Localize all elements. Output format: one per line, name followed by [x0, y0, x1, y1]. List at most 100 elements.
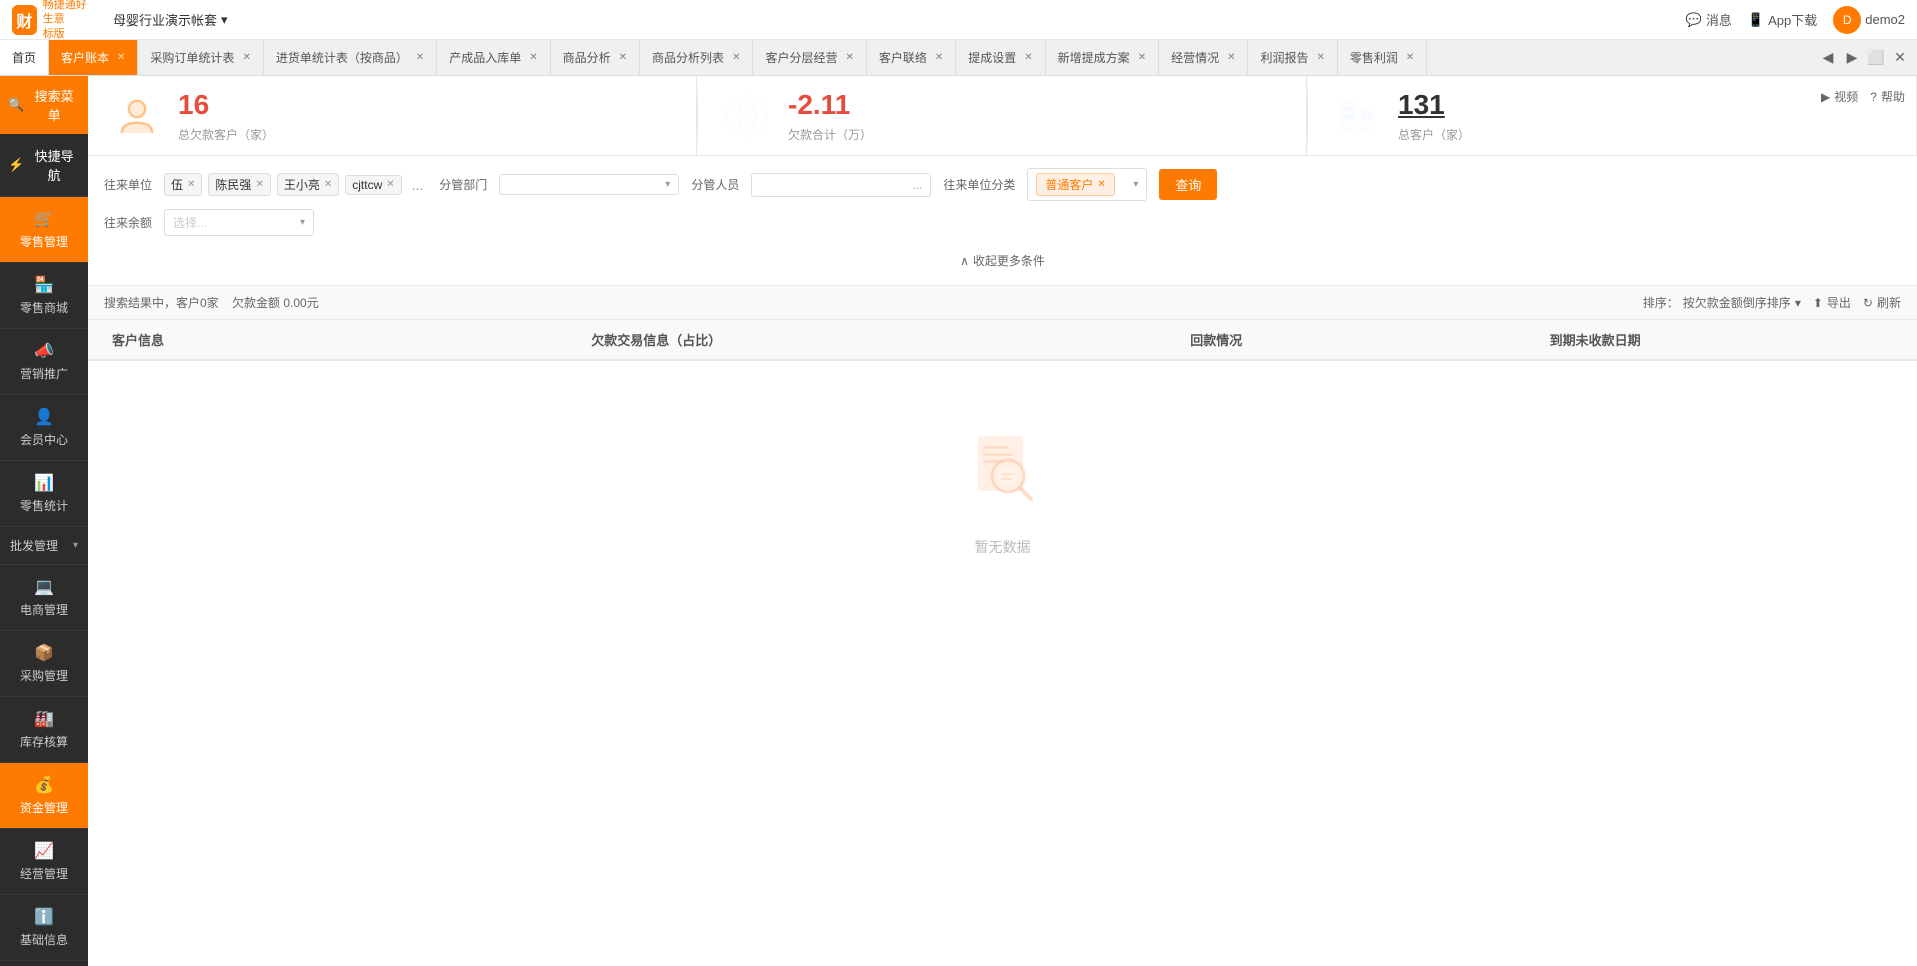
total-customers-label: 总客户（家）: [1398, 126, 1470, 143]
stat-icon-debit: [722, 91, 772, 141]
tab-new-improve-plan[interactable]: 新增提成方案 ✕: [1046, 40, 1159, 76]
unit-type-chevron-icon: ▾: [1133, 179, 1138, 190]
stat-numbers-customers: 16 总欠款客户（家）: [178, 88, 274, 143]
tab-purchase-stats-by-product[interactable]: 进货单统计表（按商品） ✕: [264, 40, 437, 76]
collapse-button[interactable]: ∧ 收起更多条件: [952, 248, 1053, 273]
filter-bar: 往来单位 伍 ✕ 陈民强 ✕ 王小亮 ✕ cjttcw: [88, 156, 1917, 286]
improve-settings-tab-label: 提成设置: [968, 49, 1016, 66]
tab-retail-profit[interactable]: 零售利润 ✕: [1338, 40, 1427, 76]
filter-dept-select[interactable]: ▾: [499, 174, 679, 195]
top-bar: 财 畅捷通好生意 标版 母婴行业演示帐套 ▾ 💬 消息 📱 App下载 D de…: [0, 0, 1917, 40]
retail-mall-icon: 🏪: [34, 275, 54, 295]
filter-collapse-row: ∧ 收起更多条件: [104, 244, 1901, 277]
sidebar-item-basic-info[interactable]: ℹ️ 基础信息: [0, 895, 88, 961]
tab-scroll-right-button[interactable]: ▶: [1841, 47, 1863, 69]
sidebar-item-marketing[interactable]: 📣 营销推广: [0, 329, 88, 395]
logo-text: 畅捷通好生意 标版: [43, 0, 97, 41]
sidebar-quick-nav[interactable]: ⚡ 快捷导航: [0, 134, 88, 197]
customer-tier-tab-label: 客户分层经营: [765, 49, 837, 66]
tab-improve-settings[interactable]: 提成设置 ✕: [956, 40, 1045, 76]
message-button[interactable]: 💬 消息: [1686, 10, 1732, 29]
tab-close-icon[interactable]: ✕: [845, 52, 853, 63]
filter-more-button[interactable]: ...: [408, 175, 428, 195]
tab-close-icon[interactable]: ✕: [1138, 52, 1146, 63]
sidebar-search[interactable]: 🔍 搜索菜单: [0, 76, 88, 134]
results-bar-actions: 排序： 按欠款金额倒序排序 ▾ ⬆ 导出 ↻ 刷新: [1643, 294, 1901, 311]
finance-icon: 💰: [34, 775, 54, 795]
home-tab-label: 首页: [12, 49, 36, 66]
tab-close-icon[interactable]: ✕: [1227, 52, 1235, 63]
sidebar-item-member[interactable]: 👤 会员中心: [0, 395, 88, 461]
sidebar-item-wholesale-mgmt[interactable]: 批发管理 ▾: [0, 527, 88, 565]
sidebar-item-retail-mall[interactable]: 🏪 零售商城: [0, 263, 88, 329]
tab-profit-report[interactable]: 利润报告 ✕: [1248, 40, 1337, 76]
tab-close-icon[interactable]: ✕: [732, 52, 740, 63]
stats-bar-actions: ▶ 视频 ? 帮助: [1821, 88, 1905, 105]
sidebar-item-purchase[interactable]: 📦 采购管理: [0, 631, 88, 697]
filter-tag-close-3[interactable]: ✕: [386, 179, 394, 190]
filter-tag-3[interactable]: cjttcw ✕: [345, 175, 401, 195]
filter-tag-0[interactable]: 伍 ✕: [164, 173, 202, 196]
main-layout: 🔍 搜索菜单 ⚡ 快捷导航 🛒 零售管理 🏪 零售商城 📣 营销推广 👤 会员中…: [0, 76, 1917, 966]
sidebar-item-operations[interactable]: 📈 经营管理: [0, 829, 88, 895]
product-analysis-list-tab-label: 商品分析列表: [652, 49, 724, 66]
tab-scroll-left-button[interactable]: ◀: [1817, 47, 1839, 69]
sort-chevron-icon: ▾: [1795, 296, 1801, 310]
stat-icon-customers: [112, 91, 162, 141]
top-bar-left: 财 畅捷通好生意 标版 母婴行业演示帐套 ▾: [12, 0, 236, 41]
filter-tag-close-2[interactable]: ✕: [324, 179, 332, 190]
tab-close-icon[interactable]: ✕: [242, 52, 250, 63]
tab-close-icon[interactable]: ✕: [1317, 52, 1325, 63]
tab-close-icon[interactable]: ✕: [529, 52, 537, 63]
sort-selector[interactable]: 排序： 按欠款金额倒序排序 ▾: [1643, 294, 1801, 311]
sidebar-item-ecommerce[interactable]: 💻 电商管理: [0, 565, 88, 631]
user-menu[interactable]: D demo2: [1833, 6, 1905, 34]
filter-balance-select[interactable]: 选择... ▾: [164, 209, 314, 236]
export-button[interactable]: ⬆ 导出: [1813, 294, 1851, 311]
filter-tag-1[interactable]: 陈民强 ✕: [208, 173, 270, 196]
filter-tag-close-0[interactable]: ✕: [187, 179, 195, 190]
tab-customer-tier[interactable]: 客户分层经营 ✕: [753, 40, 866, 76]
tab-product-analysis[interactable]: 商品分析 ✕: [551, 40, 640, 76]
enterprise-selector[interactable]: 母婴行业演示帐套 ▾: [105, 6, 236, 33]
tab-close-icon[interactable]: ✕: [935, 52, 943, 63]
tab-maximize-button[interactable]: ⬜: [1865, 47, 1887, 69]
tab-customer-contact[interactable]: 客户联络 ✕: [867, 40, 956, 76]
tab-product-stock-in[interactable]: 产成品入库单 ✕: [437, 40, 550, 76]
sidebar-item-retail-mgmt[interactable]: 🛒 零售管理: [0, 197, 88, 263]
tab-close-icon[interactable]: ✕: [1406, 52, 1414, 63]
play-icon: ▶: [1821, 90, 1830, 104]
search-icon: 🔍: [8, 97, 24, 113]
video-button[interactable]: ▶ 视频: [1821, 88, 1858, 105]
tab-close-icon[interactable]: ✕: [619, 52, 627, 63]
stat-icon-total-customers: [1332, 91, 1382, 141]
filter-tag-close-1[interactable]: ✕: [255, 179, 263, 190]
type-tag-close-icon[interactable]: ✕: [1097, 179, 1105, 190]
tab-close-icon[interactable]: ✕: [1024, 52, 1032, 63]
tab-close-icon[interactable]: ✕: [117, 52, 125, 63]
query-button[interactable]: 查询: [1159, 169, 1217, 200]
empty-state-text: 暂无数据: [975, 537, 1031, 557]
filter-unit-type-select[interactable]: 普通客户 ✕ ▾: [1027, 168, 1147, 201]
sidebar-item-inventory[interactable]: 🏭 库存核算: [0, 697, 88, 763]
tab-bar-end: ◀ ▶ ⬜ ✕: [1811, 47, 1917, 69]
tab-close-icon[interactable]: ✕: [416, 52, 424, 63]
sidebar-item-retail-stats[interactable]: 📊 零售统计: [0, 461, 88, 527]
tab-business-status[interactable]: 经营情况 ✕: [1159, 40, 1248, 76]
ecommerce-icon: 💻: [34, 577, 54, 597]
tab-home[interactable]: 首页: [0, 40, 49, 76]
tab-customer-book[interactable]: 客户账本 ✕: [49, 40, 138, 76]
refresh-button[interactable]: ↻ 刷新: [1863, 294, 1901, 311]
filter-tag-2[interactable]: 王小亮 ✕: [277, 173, 339, 196]
person-more-dots: ...: [912, 178, 922, 192]
sidebar-item-system-mgmt[interactable]: ⚙️ 系统管理: [0, 961, 88, 966]
business-status-tab-label: 经营情况: [1171, 49, 1219, 66]
help-button[interactable]: ? 帮助: [1870, 88, 1905, 105]
filter-person-select[interactable]: ...: [751, 173, 931, 197]
tab-purchase-order-stats[interactable]: 采购订单统计表 ✕: [138, 40, 263, 76]
sidebar-item-finance[interactable]: 💰 资金管理: [0, 763, 88, 829]
app-download-button[interactable]: 📱 App下载: [1748, 10, 1817, 29]
tab-product-analysis-list[interactable]: 商品分析列表 ✕: [640, 40, 753, 76]
basic-info-icon: ℹ️: [34, 907, 54, 927]
tab-window-button[interactable]: ✕: [1889, 47, 1911, 69]
